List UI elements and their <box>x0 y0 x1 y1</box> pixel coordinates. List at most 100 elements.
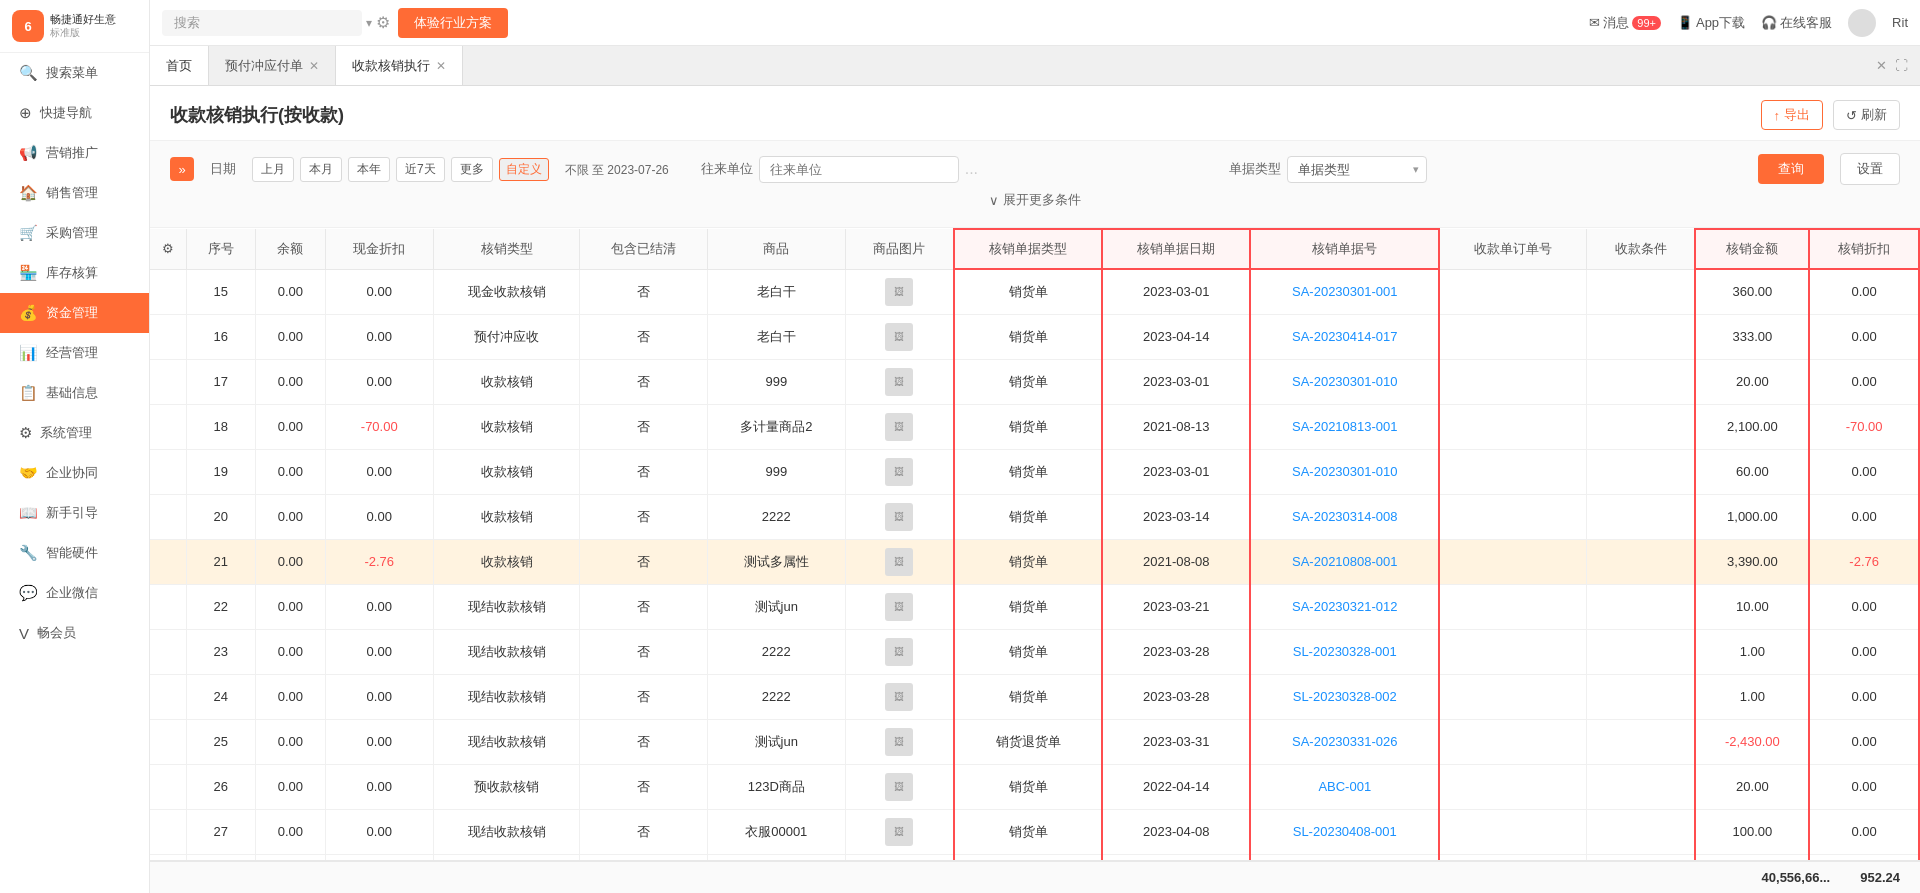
voucher-num-link[interactable]: ABC-001 <box>1318 779 1371 794</box>
td-cancel-voucher-num[interactable]: SA-20210808-001 <box>1250 539 1439 584</box>
settings-button[interactable]: 设置 <box>1840 153 1900 185</box>
service-item[interactable]: 🎧 在线客服 <box>1761 14 1832 32</box>
sidebar-item-operations[interactable]: 📊经营管理 <box>0 333 149 373</box>
td-gear <box>150 629 186 674</box>
message-item[interactable]: ✉ 消息 99+ <box>1589 14 1661 32</box>
voucher-num-link[interactable]: SL-20230328-001 <box>1293 644 1397 659</box>
td-cancel-voucher-num[interactable]: SL-20230408-001 <box>1250 809 1439 854</box>
sidebar-item-inventory[interactable]: 🏪库存核算 <box>0 253 149 293</box>
tab-home[interactable]: 首页 <box>150 46 209 85</box>
voucher-num-link[interactable]: SA-20230301-010 <box>1292 464 1398 479</box>
export-button[interactable]: ↑ 导出 <box>1761 100 1824 130</box>
date-btn-custom[interactable]: 自定义 <box>499 158 549 181</box>
voucher-num-link[interactable]: SA-20230314-008 <box>1292 509 1398 524</box>
user-avatar[interactable] <box>1848 9 1876 37</box>
sidebar-label-system: 系统管理 <box>40 424 92 442</box>
td-included-settled: 否 <box>580 494 707 539</box>
sidebar-item-purchase[interactable]: 🛒采购管理 <box>0 213 149 253</box>
voucher-num-link[interactable]: SL-20230328-002 <box>1293 689 1397 704</box>
voucher-num-link[interactable]: SA-20210813-001 <box>1292 419 1398 434</box>
expand-conditions[interactable]: ∨ 展开更多条件 <box>170 185 1900 215</box>
topbar-dropdown-icon[interactable]: ▾ <box>366 16 372 30</box>
tab-receipt[interactable]: 收款核销执行 ✕ <box>336 46 463 85</box>
voucher-num-link[interactable]: SL-20230408-001 <box>1293 824 1397 839</box>
filter-toggle[interactable]: » <box>170 157 194 181</box>
query-button[interactable]: 查询 <box>1758 154 1824 184</box>
app-download-item[interactable]: 📱 App下载 <box>1677 14 1745 32</box>
td-cash-discount: 0.00 <box>325 449 433 494</box>
td-seq: 22 <box>186 584 256 629</box>
voucher-num-link[interactable]: SA-20210808-001 <box>1292 554 1398 569</box>
sidebar-item-wechat[interactable]: 💬企业微信 <box>0 573 149 613</box>
industry-btn[interactable]: 体验行业方案 <box>398 8 508 38</box>
table-container[interactable]: ⚙ 序号 余额 现金折扣 核销类型 包含已结清 商品 商品图片 核销单据类型 核… <box>150 228 1920 893</box>
sidebar-item-shortcut[interactable]: ⊕快捷导航 <box>0 93 149 133</box>
td-cancel-voucher-num[interactable]: SA-20210813-001 <box>1250 404 1439 449</box>
td-cancel-voucher-num[interactable]: SA-20230314-008 <box>1250 494 1439 539</box>
date-btn-7days[interactable]: 近7天 <box>396 157 445 182</box>
date-btn-last-month[interactable]: 上月 <box>252 157 294 182</box>
td-goods: 2222 <box>707 674 845 719</box>
td-cancel-voucher-num[interactable]: SA-20230321-012 <box>1250 584 1439 629</box>
th-gear[interactable]: ⚙ <box>150 229 186 269</box>
td-cancel-discount: -2.76 <box>1809 539 1919 584</box>
partner-input[interactable] <box>759 156 959 183</box>
voucher-num-link[interactable]: SA-20230301-001 <box>1292 284 1398 299</box>
date-btn-more[interactable]: 更多 <box>451 157 493 182</box>
td-cancel-discount: 0.00 <box>1809 494 1919 539</box>
voucher-num-link[interactable]: SA-20230321-012 <box>1292 599 1398 614</box>
tab-prepay[interactable]: 预付冲应付单 ✕ <box>209 46 336 85</box>
td-cancel-amount: 20.00 <box>1695 359 1809 404</box>
sidebar-label-operations: 经营管理 <box>46 344 98 362</box>
sidebar-item-basic[interactable]: 📋基础信息 <box>0 373 149 413</box>
td-receipt-condition <box>1587 314 1696 359</box>
td-cancel-voucher-num[interactable]: SL-20230328-002 <box>1250 674 1439 719</box>
tab-receipt-close[interactable]: ✕ <box>436 59 446 73</box>
tab-prepay-close[interactable]: ✕ <box>309 59 319 73</box>
td-cancel-voucher-num[interactable]: SA-20230301-010 <box>1250 359 1439 404</box>
td-cancel-voucher-date: 2021-08-13 <box>1102 404 1250 449</box>
refresh-button[interactable]: ↺ 刷新 <box>1833 100 1900 130</box>
td-gear <box>150 359 186 404</box>
sidebar-item-smart[interactable]: 🔧智能硬件 <box>0 533 149 573</box>
sidebar-label-guide: 新手引导 <box>46 504 98 522</box>
topbar-search[interactable]: 搜索 <box>162 10 362 36</box>
td-balance: 0.00 <box>256 359 326 404</box>
sidebar-item-marketing[interactable]: 📢营销推广 <box>0 133 149 173</box>
sidebar-item-enterprise[interactable]: 🤝企业协同 <box>0 453 149 493</box>
td-cancel-amount: 3,390.00 <box>1695 539 1809 584</box>
td-balance: 0.00 <box>256 449 326 494</box>
td-included-settled: 否 <box>580 584 707 629</box>
date-btn-this-year[interactable]: 本年 <box>348 157 390 182</box>
logo-text-group: 畅捷通好生意 标准版 <box>50 12 116 40</box>
sidebar-item-member[interactable]: V畅会员 <box>0 613 149 653</box>
td-cancel-voucher-num[interactable]: SA-20230414-017 <box>1250 314 1439 359</box>
td-cancel-voucher-num[interactable]: ABC-001 <box>1250 764 1439 809</box>
table-row: 26 0.00 0.00 预收款核销 否 123D商品 🖼 销货单 2022-0… <box>150 764 1919 809</box>
sidebar-item-system[interactable]: ⚙系统管理 <box>0 413 149 453</box>
td-cancel-voucher-num[interactable]: SA-20230331-026 <box>1250 719 1439 764</box>
sidebar-item-sales[interactable]: 🏠销售管理 <box>0 173 149 213</box>
goods-image-thumb: 🖼 <box>885 458 913 486</box>
td-cancel-voucher-num[interactable]: SA-20230301-001 <box>1250 269 1439 314</box>
td-cash-discount: 0.00 <box>325 359 433 404</box>
tabbar-expand-icon[interactable]: ⛶ <box>1895 58 1908 73</box>
partner-dots[interactable]: ... <box>965 160 978 178</box>
topbar-gear-icon[interactable]: ⚙ <box>376 13 390 32</box>
th-cancel-voucher-date: 核销单据日期 <box>1102 229 1250 269</box>
td-goods: 999 <box>707 449 845 494</box>
td-goods-image: 🖼 <box>845 404 954 449</box>
tabbar-close-icon[interactable]: ✕ <box>1876 58 1887 73</box>
sidebar-item-search[interactable]: 🔍搜索菜单 <box>0 53 149 93</box>
date-btn-this-month[interactable]: 本月 <box>300 157 342 182</box>
voucher-num-link[interactable]: SA-20230414-017 <box>1292 329 1398 344</box>
voucher-num-link[interactable]: SA-20230301-010 <box>1292 374 1398 389</box>
table-row: 25 0.00 0.00 现结收款核销 否 测试jun 🖼 销货退货单 2023… <box>150 719 1919 764</box>
sidebar-item-guide[interactable]: 📖新手引导 <box>0 493 149 533</box>
voucher-type-select[interactable]: 单据类型 <box>1287 156 1427 183</box>
sidebar-item-finance[interactable]: 💰资金管理 <box>0 293 149 333</box>
td-cancel-voucher-num[interactable]: SA-20230301-010 <box>1250 449 1439 494</box>
td-cancel-voucher-type: 销货单 <box>954 809 1102 854</box>
td-cancel-voucher-num[interactable]: SL-20230328-001 <box>1250 629 1439 674</box>
voucher-num-link[interactable]: SA-20230331-026 <box>1292 734 1398 749</box>
